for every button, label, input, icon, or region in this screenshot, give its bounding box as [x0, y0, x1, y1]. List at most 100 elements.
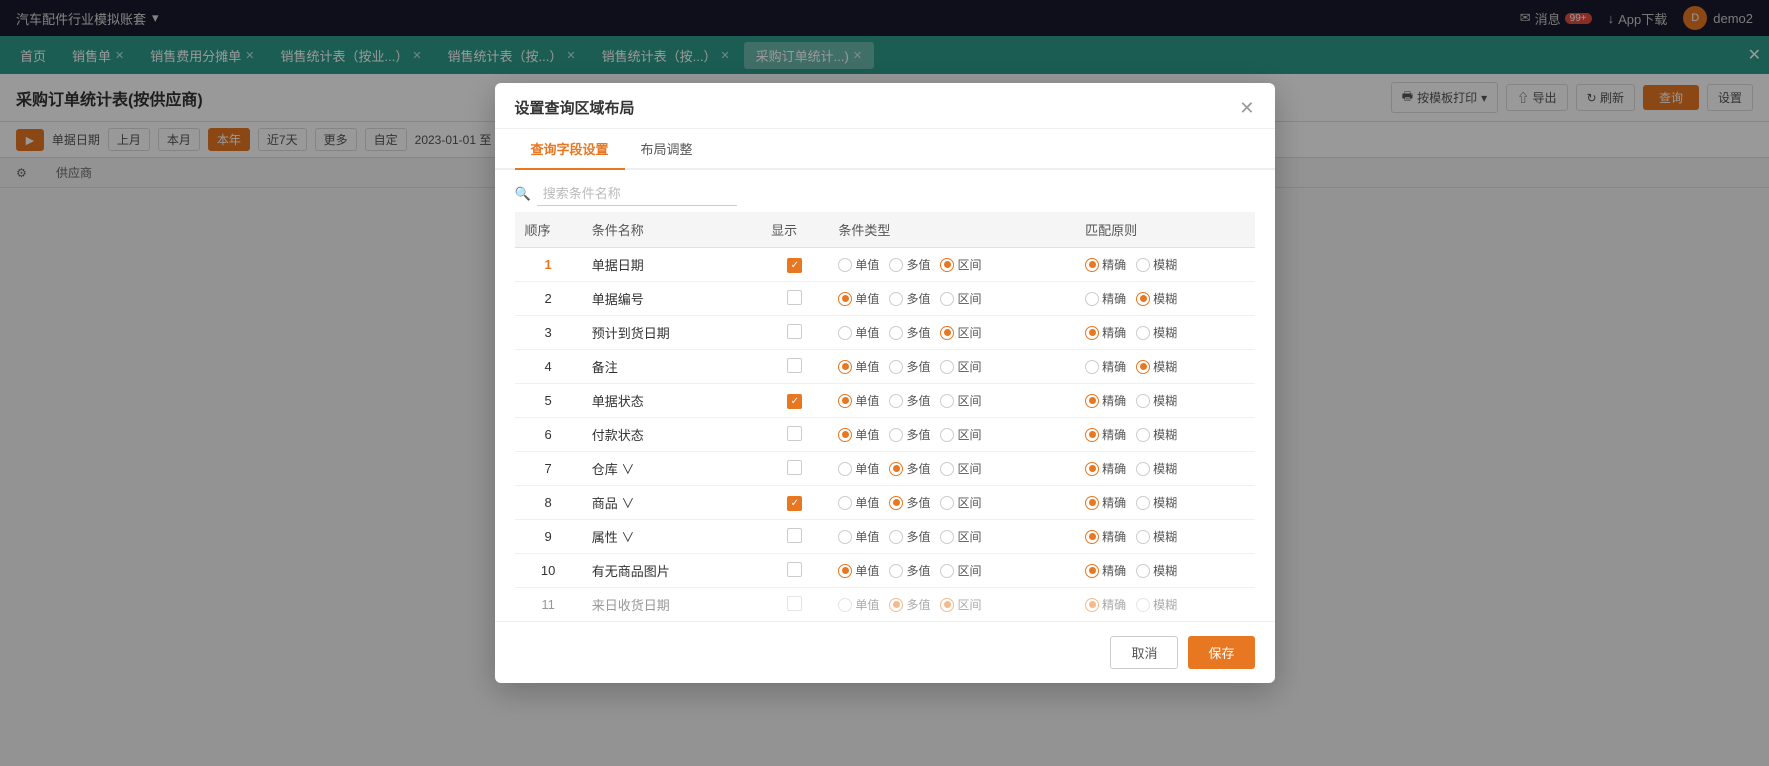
- type-radio-type_multi[interactable]: 多值: [889, 596, 930, 613]
- modal-search-input[interactable]: [537, 182, 737, 206]
- match-radio-match_exact[interactable]: 精确: [1085, 494, 1126, 511]
- row-display-checkbox[interactable]: [761, 554, 828, 588]
- match-radio-match_exact[interactable]: 精确: [1085, 358, 1126, 375]
- type-radio-type_multi[interactable]: 多值: [889, 494, 930, 511]
- row-condition-name: 单据状态: [582, 384, 761, 418]
- type-radio-type_multi[interactable]: 多值: [889, 290, 930, 307]
- cancel-button[interactable]: 取消: [1110, 636, 1178, 669]
- type-radio-type_range[interactable]: 区间: [940, 528, 981, 545]
- type-radio-type_range[interactable]: 区间: [940, 562, 981, 579]
- type-radio-type_multi[interactable]: 多值: [889, 528, 930, 545]
- type-radio-type_range[interactable]: 区间: [940, 256, 981, 273]
- type-radio-type_single[interactable]: 单值: [838, 562, 879, 579]
- row-display-checkbox[interactable]: [761, 384, 828, 418]
- modal-header: 设置查询区域布局 ✕: [495, 83, 1275, 129]
- display-checkbox[interactable]: [787, 290, 802, 305]
- row-display-checkbox[interactable]: [761, 316, 828, 350]
- row-display-checkbox[interactable]: [761, 282, 828, 316]
- type-radio-type_multi[interactable]: 多值: [889, 426, 930, 443]
- type-radio-type_range[interactable]: 区间: [940, 358, 981, 375]
- match-radio-match_fuzzy[interactable]: 模糊: [1136, 528, 1177, 545]
- col-name: 条件名称: [582, 212, 761, 248]
- type-radio-type_multi[interactable]: 多值: [889, 358, 930, 375]
- row-condition-name: 仓库 ∨: [582, 452, 761, 486]
- type-radio-type_multi[interactable]: 多值: [889, 392, 930, 409]
- display-checkbox[interactable]: [787, 596, 802, 611]
- type-radio-type_range[interactable]: 区间: [940, 290, 981, 307]
- type-radio-type_multi[interactable]: 多值: [889, 256, 930, 273]
- modal-close-button[interactable]: ✕: [1239, 99, 1254, 117]
- settings-modal: 设置查询区域布局 ✕ 查询字段设置 布局调整 🔍 顺序 条件名称: [495, 83, 1275, 683]
- row-display-checkbox[interactable]: [761, 520, 828, 554]
- type-radio-type_single[interactable]: 单值: [838, 256, 879, 273]
- type-radio-type_single[interactable]: 单值: [838, 324, 879, 341]
- row-display-checkbox[interactable]: [761, 248, 828, 282]
- match-radio-match_fuzzy[interactable]: 模糊: [1136, 290, 1177, 307]
- match-radio-match_exact[interactable]: 精确: [1085, 392, 1126, 409]
- type-radio-type_range[interactable]: 区间: [940, 460, 981, 477]
- match-radio-match_exact[interactable]: 精确: [1085, 256, 1126, 273]
- radio-circle: [1136, 428, 1150, 442]
- row-order: 6: [515, 418, 582, 452]
- display-checkbox[interactable]: [787, 258, 802, 273]
- type-radio-type_multi[interactable]: 多值: [889, 562, 930, 579]
- row-display-checkbox[interactable]: [761, 588, 828, 622]
- row-condition-name: 单据编号: [582, 282, 761, 316]
- type-radio-type_single[interactable]: 单值: [838, 460, 879, 477]
- row-display-checkbox[interactable]: [761, 350, 828, 384]
- match-radio-match_fuzzy[interactable]: 模糊: [1136, 392, 1177, 409]
- type-radio-type_single[interactable]: 单值: [838, 358, 879, 375]
- match-radio-match_fuzzy[interactable]: 模糊: [1136, 596, 1177, 613]
- display-checkbox[interactable]: [787, 426, 802, 441]
- match-radio-match_fuzzy[interactable]: 模糊: [1136, 358, 1177, 375]
- type-radio-type_single[interactable]: 单值: [838, 426, 879, 443]
- type-radio-type_single[interactable]: 单值: [838, 528, 879, 545]
- match-radio-match_fuzzy[interactable]: 模糊: [1136, 426, 1177, 443]
- match-radio-match_exact[interactable]: 精确: [1085, 290, 1126, 307]
- row-condition-name: 付款状态: [582, 418, 761, 452]
- save-button[interactable]: 保存: [1188, 636, 1254, 669]
- match-radio-match_exact[interactable]: 精确: [1085, 596, 1126, 613]
- match-radio-match_exact[interactable]: 精确: [1085, 528, 1126, 545]
- type-radio-type_range[interactable]: 区间: [940, 426, 981, 443]
- display-checkbox[interactable]: [787, 496, 802, 511]
- display-checkbox[interactable]: [787, 324, 802, 339]
- radio-circle: [889, 292, 903, 306]
- row-type-radios: 单值多值区间: [828, 316, 1075, 350]
- match-radio-match_fuzzy[interactable]: 模糊: [1136, 460, 1177, 477]
- display-checkbox[interactable]: [787, 562, 802, 577]
- row-type-radios: 单值多值区间: [828, 248, 1075, 282]
- modal-tab-layout[interactable]: 布局调整: [625, 129, 709, 170]
- row-display-checkbox[interactable]: [761, 418, 828, 452]
- row-order: 1: [515, 248, 582, 282]
- type-radio-type_range[interactable]: 区间: [940, 392, 981, 409]
- radio-circle: [1136, 496, 1150, 510]
- type-radio-type_single[interactable]: 单值: [838, 392, 879, 409]
- match-radio-match_exact[interactable]: 精确: [1085, 562, 1126, 579]
- type-radio-type_range[interactable]: 区间: [940, 596, 981, 613]
- type-radio-type_single[interactable]: 单值: [838, 596, 879, 613]
- match-radio-match_exact[interactable]: 精确: [1085, 426, 1126, 443]
- radio-circle: [889, 258, 903, 272]
- row-display-checkbox[interactable]: [761, 486, 828, 520]
- match-radio-match_exact[interactable]: 精确: [1085, 324, 1126, 341]
- display-checkbox[interactable]: [787, 460, 802, 475]
- display-checkbox[interactable]: [787, 528, 802, 543]
- type-radio-type_range[interactable]: 区间: [940, 494, 981, 511]
- match-radio-match_fuzzy[interactable]: 模糊: [1136, 324, 1177, 341]
- display-checkbox[interactable]: [787, 358, 802, 373]
- match-radio-match_exact[interactable]: 精确: [1085, 460, 1126, 477]
- match-radio-match_fuzzy[interactable]: 模糊: [1136, 562, 1177, 579]
- match-radio-match_fuzzy[interactable]: 模糊: [1136, 494, 1177, 511]
- radio-circle: [1136, 598, 1150, 612]
- type-radio-type_multi[interactable]: 多值: [889, 460, 930, 477]
- type-radio-type_single[interactable]: 单值: [838, 290, 879, 307]
- display-checkbox[interactable]: [787, 394, 802, 409]
- modal-tab-query-fields[interactable]: 查询字段设置: [515, 129, 625, 170]
- type-radio-type_single[interactable]: 单值: [838, 494, 879, 511]
- type-radio-type_range[interactable]: 区间: [940, 324, 981, 341]
- row-display-checkbox[interactable]: [761, 452, 828, 486]
- match-radio-match_fuzzy[interactable]: 模糊: [1136, 256, 1177, 273]
- type-radio-type_multi[interactable]: 多值: [889, 324, 930, 341]
- radio-circle: [838, 564, 852, 578]
